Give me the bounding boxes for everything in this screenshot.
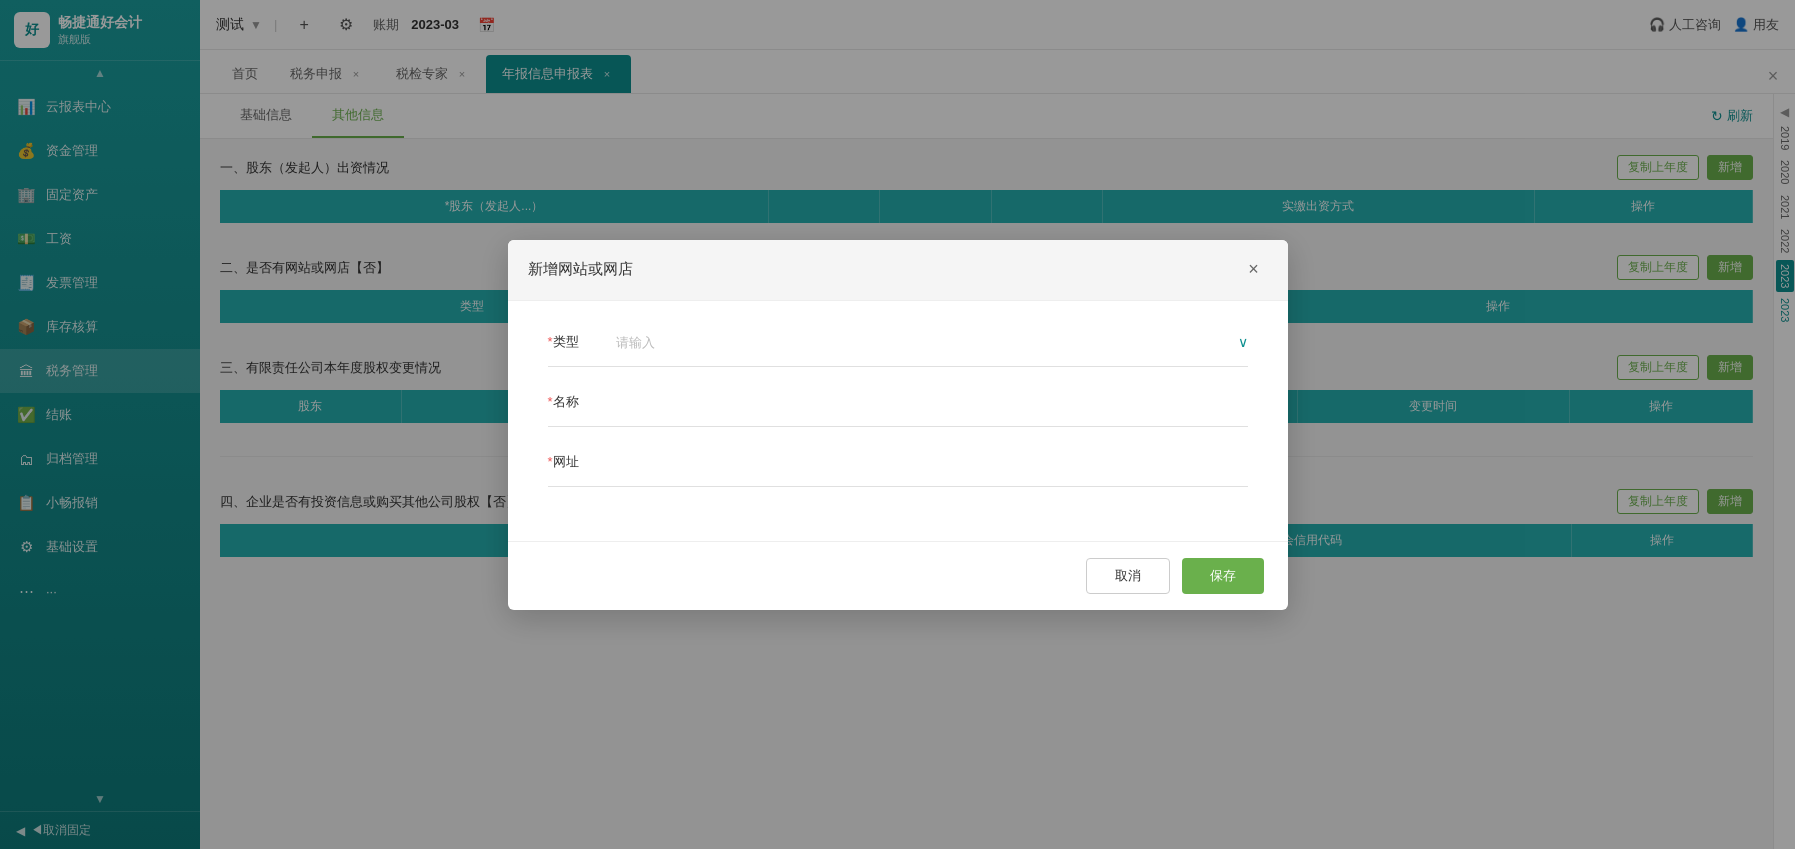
modal-footer: 取消 保存 bbox=[508, 541, 1288, 610]
url-input[interactable] bbox=[608, 451, 1248, 474]
form-label-type: *类型 bbox=[548, 333, 608, 351]
form-label-url: *网址 bbox=[548, 453, 608, 471]
cancel-button[interactable]: 取消 bbox=[1086, 558, 1170, 594]
required-star-type: * bbox=[548, 334, 553, 349]
modal-body: *类型 ∨ *名称 *网址 bbox=[508, 301, 1288, 541]
required-star-url: * bbox=[548, 454, 553, 469]
modal-close-button[interactable]: × bbox=[1240, 256, 1268, 284]
save-button[interactable]: 保存 bbox=[1182, 558, 1264, 594]
modal-add-website: 新增网站或网店 × *类型 ∨ *名称 *网址 bbox=[508, 240, 1288, 610]
name-input[interactable] bbox=[608, 391, 1248, 414]
form-row-name: *名称 bbox=[548, 391, 1248, 427]
required-star-name: * bbox=[548, 394, 553, 409]
dropdown-icon-type[interactable]: ∨ bbox=[1238, 334, 1248, 350]
form-label-name: *名称 bbox=[548, 393, 608, 411]
form-row-type: *类型 ∨ bbox=[548, 331, 1248, 367]
form-row-url: *网址 bbox=[548, 451, 1248, 487]
type-input[interactable] bbox=[608, 331, 1238, 354]
modal-overlay[interactable]: 新增网站或网店 × *类型 ∨ *名称 *网址 bbox=[0, 0, 1795, 849]
modal-header: 新增网站或网店 × bbox=[508, 240, 1288, 301]
modal-title: 新增网站或网店 bbox=[528, 260, 633, 279]
